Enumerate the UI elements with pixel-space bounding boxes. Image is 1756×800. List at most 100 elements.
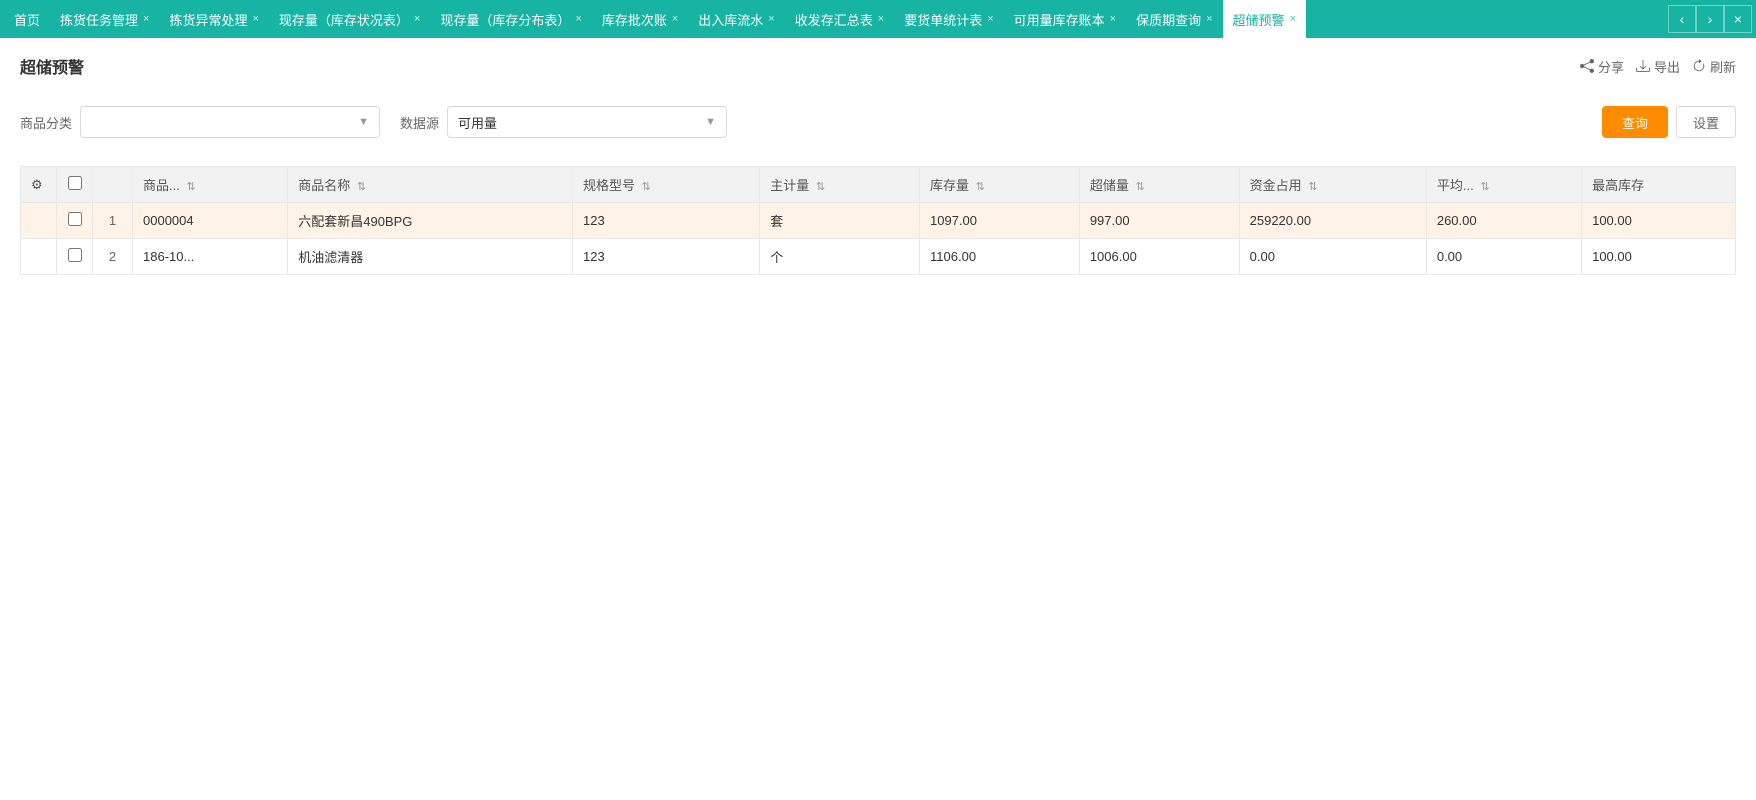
row-spec: 123 <box>573 203 760 239</box>
row-overstock: 997.00 <box>1079 203 1239 239</box>
row-overstock: 1006.00 <box>1079 239 1239 275</box>
page-title: 超储预警 <box>20 54 84 78</box>
page-header: 超储预警 分享 导出 刷新 <box>20 54 1736 78</box>
nav-item-inventory-status[interactable]: 现存量（库存状况表） × <box>269 0 430 38</box>
th-capital-label: 资金占用 <box>1250 178 1302 193</box>
th-overstock[interactable]: 超储量 ⇅ <box>1079 167 1239 203</box>
th-avg[interactable]: 平均... ⇅ <box>1426 167 1581 203</box>
chevron-down-icon: ▼ <box>358 116 369 128</box>
close-icon[interactable]: × <box>987 13 993 25</box>
share-label: 分享 <box>1598 57 1624 76</box>
category-select[interactable]: ▼ <box>80 106 380 138</box>
nav-item-collect-summary[interactable]: 收发存汇总表 × <box>785 0 894 38</box>
nav-item-home[interactable]: 首页 <box>4 0 50 38</box>
row-max-stock: 100.00 <box>1582 239 1736 275</box>
close-icon[interactable]: × <box>672 13 678 25</box>
datasource-select[interactable]: 可用量 ▼ <box>447 106 727 138</box>
datasource-filter: 数据源 可用量 ▼ <box>400 106 727 138</box>
sort-icon: ⇅ <box>642 180 651 193</box>
nav-item-quality-check[interactable]: 保质期查询 × <box>1126 0 1222 38</box>
th-overstock-label: 超储量 <box>1090 178 1129 193</box>
filter-buttons: 查询 设置 <box>1602 106 1736 138</box>
nav-item-inventory-dist[interactable]: 现存量（库存分布表） × <box>430 0 591 38</box>
row-gear <box>21 239 57 275</box>
nav-item-batch-account[interactable]: 库存批次账 × <box>592 0 688 38</box>
close-icon[interactable]: × <box>1110 13 1116 25</box>
th-goods-name[interactable]: 商品名称 ⇅ <box>288 167 573 203</box>
nav-item-label: 收发存汇总表 <box>795 10 873 29</box>
th-goods-name-label: 商品名称 <box>298 178 350 193</box>
nav-arrows: ‹ › × <box>1668 5 1752 33</box>
sort-icon: ⇅ <box>357 180 366 193</box>
row-avg: 260.00 <box>1426 203 1581 239</box>
close-icon[interactable]: × <box>1206 13 1212 25</box>
nav-item-label: 出入库流水 <box>698 10 763 29</box>
row-avg: 0.00 <box>1426 239 1581 275</box>
close-icon[interactable]: × <box>1290 13 1296 25</box>
chevron-down-icon: ▼ <box>705 116 716 128</box>
row-goods-name: 六配套新昌490BPG <box>288 203 573 239</box>
row-checkbox-cell <box>57 239 93 275</box>
row-inventory: 1097.00 <box>920 203 1080 239</box>
close-icon[interactable]: × <box>414 13 420 25</box>
close-icon[interactable]: × <box>768 13 774 25</box>
th-goods-code[interactable]: 商品... ⇅ <box>133 167 288 203</box>
table-body: 1 0000004 六配套新昌490BPG 123 套 1097.00 997.… <box>21 203 1736 275</box>
nav-prev-button[interactable]: ‹ <box>1668 5 1696 33</box>
refresh-button[interactable]: 刷新 <box>1692 57 1736 76</box>
nav-item-inout-flow[interactable]: 出入库流水 × <box>688 0 784 38</box>
close-icon[interactable]: × <box>878 13 884 25</box>
close-icon[interactable]: × <box>575 13 581 25</box>
row-checkbox-cell <box>57 203 93 239</box>
row-checkbox[interactable] <box>68 212 82 226</box>
export-button[interactable]: 导出 <box>1636 57 1680 76</box>
row-capital: 259220.00 <box>1239 203 1426 239</box>
nav-next-button[interactable]: › <box>1696 5 1724 33</box>
data-table: ⚙ 商品... ⇅ 商品名称 ⇅ 规格型号 ⇅ <box>20 166 1736 275</box>
table-row: 1 0000004 六配套新昌490BPG 123 套 1097.00 997.… <box>21 203 1736 239</box>
table-row: 2 186-10... 机油滤清器 123 个 1106.00 1006.00 … <box>21 239 1736 275</box>
share-button[interactable]: 分享 <box>1580 57 1624 76</box>
row-checkbox[interactable] <box>68 248 82 262</box>
refresh-icon <box>1692 59 1706 73</box>
row-unit: 个 <box>760 239 920 275</box>
close-icon[interactable]: × <box>143 13 149 25</box>
nav-item-label: 要货单统计表 <box>904 10 982 29</box>
row-goods-name: 机油滤清器 <box>288 239 573 275</box>
nav-item-label: 拣货异常处理 <box>169 10 247 29</box>
nav-item-label: 首页 <box>14 10 40 29</box>
table-header-row: ⚙ 商品... ⇅ 商品名称 ⇅ 规格型号 ⇅ <box>21 167 1736 203</box>
nav-item-label: 库存批次账 <box>602 10 667 29</box>
close-icon[interactable]: × <box>252 13 258 25</box>
row-unit: 套 <box>760 203 920 239</box>
nav-item-order-stats[interactable]: 要货单统计表 × <box>894 0 1003 38</box>
filter-bar: 商品分类 ▼ 数据源 可用量 ▼ 查询 设置 <box>20 94 1736 150</box>
nav-item-available-account[interactable]: 可用量库存账本 × <box>1004 0 1126 38</box>
th-unit[interactable]: 主计量 ⇅ <box>760 167 920 203</box>
nav-item-overstock-warn[interactable]: 超储预警 × <box>1223 0 1306 38</box>
nav-item-label: 现存量（库存状况表） <box>279 10 409 29</box>
th-gear[interactable]: ⚙ <box>21 167 57 203</box>
refresh-label: 刷新 <box>1710 57 1736 76</box>
datasource-value: 可用量 <box>458 113 497 132</box>
sort-icon: ⇅ <box>186 180 195 193</box>
nav-close-all-button[interactable]: × <box>1724 5 1752 33</box>
settings-button[interactable]: 设置 <box>1676 106 1736 138</box>
row-goods-code: 186-10... <box>133 239 288 275</box>
sort-icon: ⇅ <box>1308 180 1317 193</box>
th-capital[interactable]: 资金占用 ⇅ <box>1239 167 1426 203</box>
th-spec[interactable]: 规格型号 ⇅ <box>573 167 760 203</box>
sort-icon: ⇅ <box>1480 180 1489 193</box>
nav-item-abnormal[interactable]: 拣货异常处理 × <box>159 0 268 38</box>
category-filter: 商品分类 ▼ <box>20 106 380 138</box>
query-button[interactable]: 查询 <box>1602 106 1668 138</box>
export-label: 导出 <box>1654 57 1680 76</box>
th-inventory-label: 库存量 <box>930 178 969 193</box>
share-icon <box>1580 59 1594 73</box>
th-unit-label: 主计量 <box>770 178 809 193</box>
select-all-checkbox[interactable] <box>68 176 82 190</box>
th-inventory[interactable]: 库存量 ⇅ <box>920 167 1080 203</box>
th-max-stock: 最高库存 <box>1582 167 1736 203</box>
nav-item-task-mgmt[interactable]: 拣货任务管理 × <box>50 0 159 38</box>
th-goods-code-label: 商品... <box>143 178 180 193</box>
